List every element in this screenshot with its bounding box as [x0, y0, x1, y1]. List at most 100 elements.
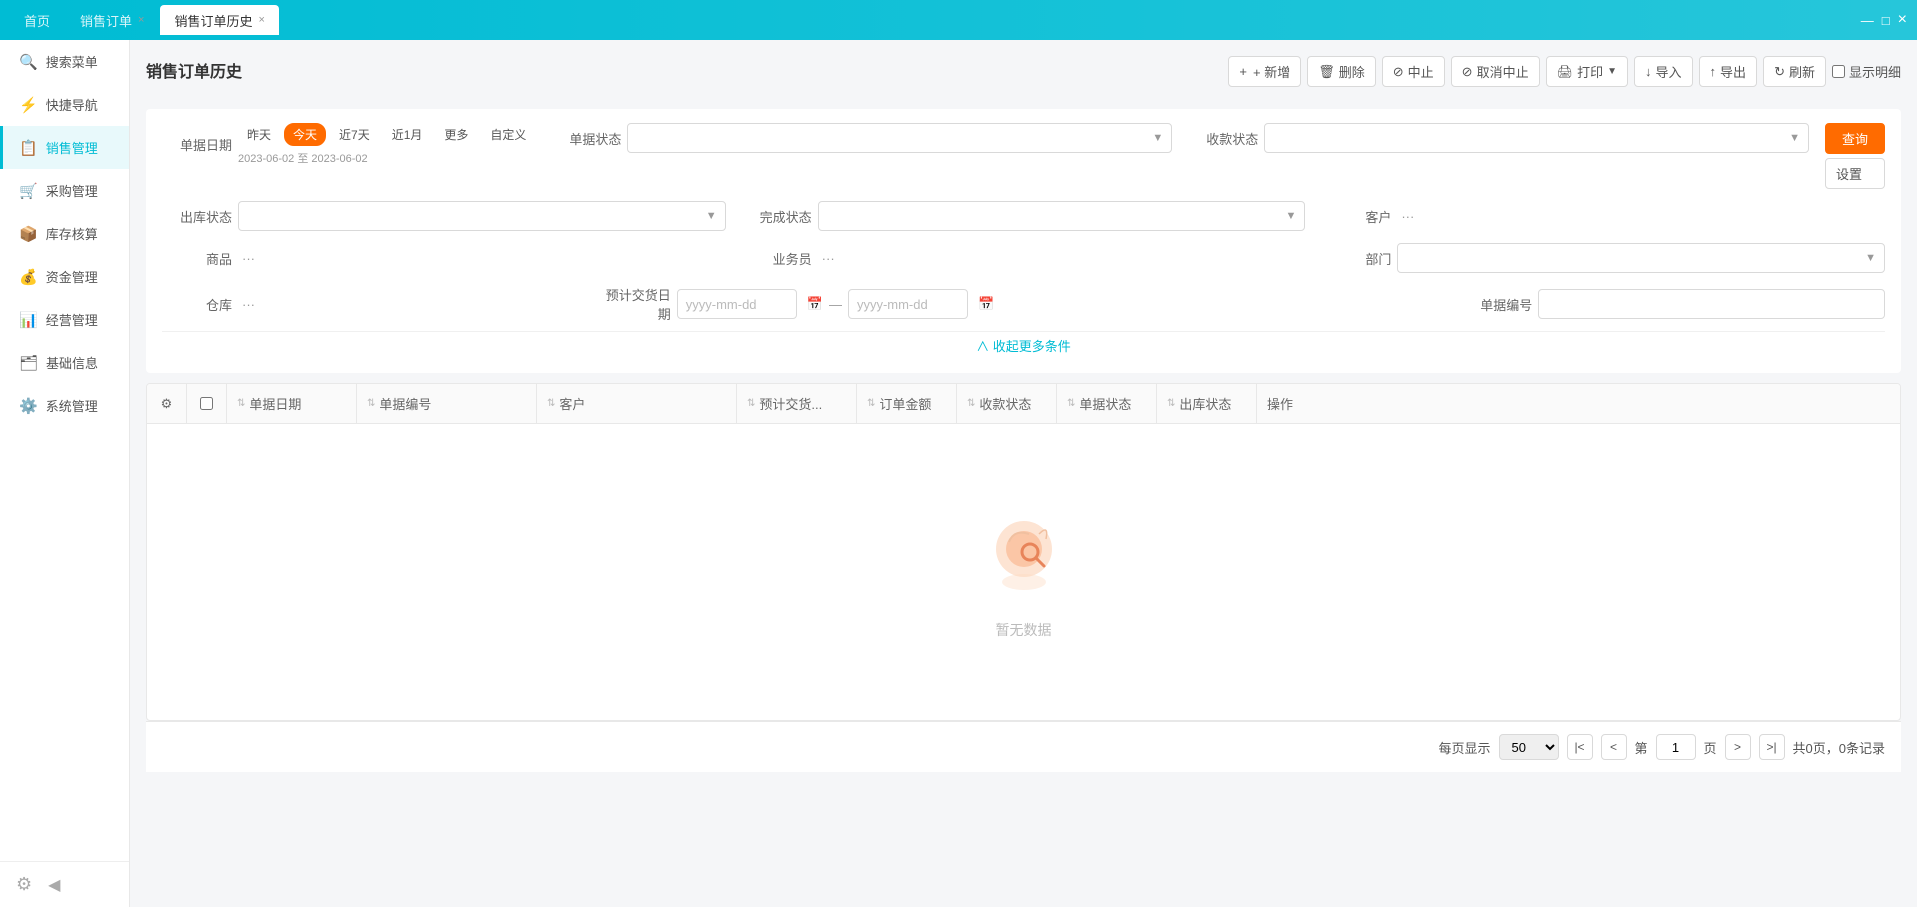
tab-sales-history[interactable]: 销售订单历史 ×	[160, 5, 278, 35]
cancel-stop-button[interactable]: ⊘ 取消中止	[1451, 56, 1540, 87]
import-button[interactable]: ↓ 导入	[1634, 56, 1693, 87]
stop-button[interactable]: ⊘ 中止	[1382, 56, 1445, 87]
export-icon: ↑	[1710, 64, 1717, 79]
date-range-display: 2023-06-02 至 2023-06-02	[238, 150, 535, 166]
display-detail-checkbox[interactable]	[1832, 65, 1845, 78]
salesperson-ellipsis[interactable]: ···	[818, 249, 839, 268]
col-delivery-header[interactable]: ⇅ 预计交货...	[737, 384, 857, 423]
quick-nav-icon: ⚡	[19, 96, 38, 114]
import-icon: ↓	[1645, 64, 1652, 79]
department-label: 部门	[1321, 249, 1391, 268]
col-settings[interactable]: ⚙	[147, 384, 187, 423]
query-button[interactable]: 查询	[1825, 123, 1885, 154]
next-page-btn[interactable]: >	[1725, 734, 1751, 760]
receipt-status-select[interactable]: ▼	[1264, 123, 1809, 153]
receipt-status-arrow: ▼	[1789, 132, 1800, 144]
page-suffix: 页	[1704, 738, 1717, 757]
date-tab-today[interactable]: 今天	[284, 123, 326, 146]
close-btn[interactable]: ×	[1898, 11, 1907, 29]
tab-sales-order[interactable]: 销售订单 ×	[66, 5, 158, 35]
complete-status-arrow: ▼	[1285, 210, 1296, 222]
sort-icon-receipt: ⇅	[967, 398, 975, 409]
tab-home[interactable]: 首页	[10, 5, 64, 35]
col-out-header[interactable]: ⇅ 出库状态	[1157, 384, 1257, 423]
sidebar-item-inventory[interactable]: 📦 库存核算	[0, 212, 129, 255]
department-select[interactable]: ▼	[1397, 243, 1885, 273]
page-number-input[interactable]	[1656, 734, 1696, 760]
minimize-btn[interactable]: —	[1861, 13, 1874, 28]
finance-icon: 💰	[19, 268, 38, 286]
product-ellipsis[interactable]: ···	[238, 249, 259, 268]
add-button[interactable]: + + 新增	[1228, 56, 1301, 87]
refresh-icon: ↻	[1774, 64, 1785, 80]
doc-num-input[interactable]	[1538, 289, 1885, 319]
date-filter-label: 单据日期	[162, 135, 232, 154]
first-page-btn[interactable]: |<	[1567, 734, 1593, 760]
sidebar-item-inventory-label: 库存核算	[46, 224, 98, 243]
close-history-tab[interactable]: ×	[258, 14, 264, 26]
sidebar-item-purchase[interactable]: 🛒 采购管理	[0, 169, 129, 212]
restore-btn[interactable]: □	[1882, 13, 1890, 28]
sort-icon-delivery: ⇅	[747, 398, 755, 409]
complete-status-select[interactable]: ▼	[818, 201, 1306, 231]
last-page-btn[interactable]: >|	[1759, 734, 1785, 760]
sidebar: 🔍 搜索菜单 ⚡ 快捷导航 📋 销售管理 🛒 采购管理 📦 库存核算 💰 资金管…	[0, 40, 130, 907]
col-receipt-header[interactable]: ⇅ 收款状态	[957, 384, 1057, 423]
settings-button[interactable]: 设置	[1825, 158, 1885, 189]
sales-icon: 📋	[19, 139, 38, 157]
col-num-header[interactable]: ⇅ 单据编号	[357, 384, 537, 423]
close-sales-order-tab[interactable]: ×	[138, 14, 144, 26]
col-status-header[interactable]: ⇅ 单据状态	[1057, 384, 1157, 423]
delivery-date-label: 预计交货日期	[601, 285, 671, 323]
salesperson-label: 业务员	[742, 249, 812, 268]
sidebar-item-finance[interactable]: 💰 资金管理	[0, 255, 129, 298]
customer-ellipsis[interactable]: ···	[1397, 207, 1418, 226]
col-amount-header[interactable]: ⇅ 订单金额	[857, 384, 957, 423]
top-bar: 首页 销售订单 × 销售订单历史 × — □ ×	[0, 0, 1917, 40]
data-table: ⚙ ⇅ 单据日期 ⇅ 单据编号 ⇅ 客户 ⇅	[146, 383, 1901, 721]
order-status-arrow: ▼	[1152, 132, 1163, 144]
sidebar-item-search-menu[interactable]: 🔍 搜索菜单	[0, 40, 129, 83]
display-toggle[interactable]: 显示明细	[1832, 62, 1901, 81]
date-tab-1month[interactable]: 近1月	[383, 123, 432, 146]
sidebar-item-sales[interactable]: 📋 销售管理	[0, 126, 129, 169]
sidebar-collapse-icon[interactable]: ◀	[48, 875, 60, 895]
date-tab-7days[interactable]: 近7天	[330, 123, 379, 146]
settings-gear-icon: ⚙	[161, 396, 173, 412]
date-tab-yesterday[interactable]: 昨天	[238, 123, 280, 146]
sidebar-item-purchase-label: 采购管理	[46, 181, 98, 200]
print-button[interactable]: 🖨 打印 ▼	[1546, 56, 1628, 87]
display-toggle-label: 显示明细	[1849, 62, 1901, 81]
top-actions: + + 新增 🗑 删除 ⊘ 中止 ⊘ 取消中止 🖨 打印	[1228, 56, 1901, 87]
refresh-button[interactable]: ↻ 刷新	[1763, 56, 1826, 87]
col-customer-header[interactable]: ⇅ 客户	[537, 384, 737, 423]
sidebar-item-system[interactable]: ⚙️ 系统管理	[0, 384, 129, 427]
collapse-bar[interactable]: ∧ 收起更多条件	[162, 331, 1885, 359]
prev-page-btn[interactable]: <	[1601, 734, 1627, 760]
sidebar-settings-icon[interactable]: ⚙	[16, 874, 32, 895]
out-status-label: 出库状态	[162, 207, 232, 226]
page-label: 第	[1635, 738, 1648, 757]
warehouse-label: 仓库	[162, 295, 232, 314]
sidebar-item-basic[interactable]: 🗂 基础信息	[0, 341, 129, 384]
sidebar-item-quick-nav[interactable]: ⚡ 快捷导航	[0, 83, 129, 126]
date-tab-more[interactable]: 更多	[435, 123, 477, 146]
out-status-select[interactable]: ▼	[238, 201, 726, 231]
delivery-date-end[interactable]: yyyy-mm-dd	[848, 289, 968, 319]
export-button[interactable]: ↑ 导出	[1699, 56, 1758, 87]
order-status-label: 单据状态	[551, 129, 621, 148]
col-check[interactable]	[187, 384, 227, 423]
select-all-checkbox[interactable]	[200, 397, 213, 410]
col-action-header: 操作	[1257, 384, 1900, 423]
delete-button[interactable]: 🗑 删除	[1307, 56, 1376, 87]
date-tab-custom[interactable]: 自定义	[481, 123, 535, 146]
page-size-select[interactable]: 50 10 20 100	[1499, 734, 1559, 760]
delivery-date-start[interactable]: yyyy-mm-dd	[677, 289, 797, 319]
order-status-select[interactable]: ▼	[627, 123, 1172, 153]
doc-num-label: 单据编号	[1462, 295, 1532, 314]
sidebar-item-operation[interactable]: 📊 经营管理	[0, 298, 129, 341]
warehouse-ellipsis[interactable]: ···	[238, 295, 259, 314]
col-date-header[interactable]: ⇅ 单据日期	[227, 384, 357, 423]
search-menu-icon: 🔍	[19, 53, 38, 71]
sort-icon-customer: ⇅	[547, 398, 555, 409]
